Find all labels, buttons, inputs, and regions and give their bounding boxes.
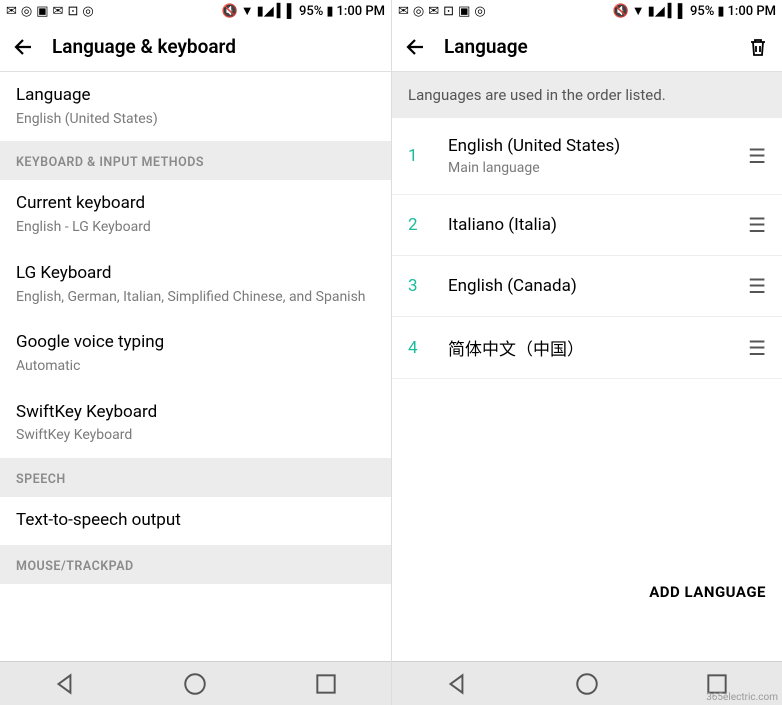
data-icon: ▮◢ <box>257 5 274 18</box>
language-number: 3 <box>408 276 448 296</box>
language-number: 4 <box>408 338 448 358</box>
language-number: 1 <box>408 146 448 166</box>
image-icon: ▣ <box>458 5 470 18</box>
image-icon: ▣ <box>36 5 48 18</box>
delete-icon[interactable] <box>746 35 770 59</box>
section-speech: SPEECH <box>0 458 391 497</box>
item-current-keyboard[interactable]: Current keyboard English - LG Keyboard <box>0 180 391 249</box>
phone-right: ✉ ◎ ✉ ⊡ ▣ ◎ 🔇 ▼ ▮◢ ▍▌ 95% ▮ 1:00 PM Lang… <box>391 0 782 705</box>
clock: 1:00 PM <box>728 4 777 19</box>
status-right: 🔇 ▼ ▮◢ ▍▌ 95% ▮ 1:00 PM <box>613 4 776 19</box>
add-language-button[interactable]: ADD LANGUAGE <box>645 569 770 615</box>
gmail-icon: ✉ <box>6 5 17 18</box>
language-title: 简体中文（中国） <box>448 335 748 360</box>
language-title: Italiano (Italia) <box>448 215 748 235</box>
gmail-icon-2: ✉ <box>428 5 439 18</box>
language-number: 2 <box>408 215 448 235</box>
battery-icon: ▮ <box>717 5 724 18</box>
sublabel: English - LG Keyboard <box>16 218 375 238</box>
sublabel: English, German, Italian, Simplified Chi… <box>16 288 375 308</box>
page-title: Language & keyboard <box>52 35 379 58</box>
section-keyboard: KEYBOARD & INPUT METHODS <box>0 141 391 180</box>
battery-pct: 95% <box>299 4 323 19</box>
label: Language <box>16 84 375 108</box>
drag-handle-icon[interactable]: ☰ <box>748 274 766 298</box>
battery-pct: 95% <box>690 4 714 19</box>
language-list: 1English (United States)Main language☰2I… <box>392 118 782 379</box>
nav-bar <box>0 661 391 705</box>
language-body: English (Canada) <box>448 276 748 296</box>
instagram-icon: ◎ <box>82 5 93 18</box>
mute-icon: 🔇 <box>222 5 238 18</box>
nav-back-icon[interactable] <box>444 671 470 697</box>
sublabel: Automatic <box>16 357 375 377</box>
language-item[interactable]: 1English (United States) Main language☰ <box>392 118 782 195</box>
chat-icon: ⊡ <box>67 5 78 18</box>
drag-handle-icon[interactable]: ☰ <box>748 213 766 237</box>
sync-icon: ◎ <box>21 5 32 18</box>
status-left-icons: ✉ ◎ ▣ ✉ ⊡ ◎ <box>6 5 94 18</box>
item-google-voice[interactable]: Google voice typing Automatic <box>0 319 391 388</box>
sublabel: SwiftKey Keyboard <box>16 426 375 446</box>
clock: 1:00 PM <box>337 4 386 19</box>
drag-handle-icon[interactable]: ☰ <box>748 144 766 168</box>
sync-icon: ◎ <box>413 5 424 18</box>
signal-icon: ▍▌ <box>277 5 296 18</box>
app-bar: Language & keyboard <box>0 22 391 72</box>
language-title: English (United States) <box>448 136 748 156</box>
item-swiftkey[interactable]: SwiftKey Keyboard SwiftKey Keyboard <box>0 389 391 458</box>
sublabel: English (United States) <box>16 110 375 130</box>
language-title: English (Canada) <box>448 276 748 296</box>
gmail-icon: ✉ <box>398 5 409 18</box>
language-body: 简体中文（中国） <box>448 335 748 360</box>
drag-handle-icon[interactable]: ☰ <box>748 336 766 360</box>
status-bar: ✉ ◎ ▣ ✉ ⊡ ◎ 🔇 ▼ ▮◢ ▍▌ 95% ▮ 1:00 PM <box>0 0 391 22</box>
section-mouse: MOUSE/TRACKPAD <box>0 545 391 584</box>
battery-icon: ▮ <box>326 5 333 18</box>
page-title: Language <box>444 35 746 58</box>
item-tts[interactable]: Text-to-speech output <box>0 497 391 545</box>
mute-icon: 🔇 <box>613 5 629 18</box>
status-left-icons: ✉ ◎ ✉ ⊡ ▣ ◎ <box>398 5 486 18</box>
wifi-icon: ▼ <box>632 5 645 18</box>
content-left: Language English (United States) KEYBOAR… <box>0 72 391 661</box>
item-language[interactable]: Language English (United States) <box>0 72 391 141</box>
nav-recent-icon[interactable] <box>313 671 339 697</box>
back-icon[interactable] <box>12 35 36 59</box>
language-subtitle: Main language <box>448 160 748 176</box>
label: Current keyboard <box>16 192 375 216</box>
phone-left: ✉ ◎ ▣ ✉ ⊡ ◎ 🔇 ▼ ▮◢ ▍▌ 95% ▮ 1:00 PM Lang… <box>0 0 391 705</box>
signal-icon: ▍▌ <box>668 5 687 18</box>
language-item[interactable]: 3English (Canada)☰ <box>392 256 782 317</box>
nav-home-icon[interactable] <box>182 671 208 697</box>
wifi-icon: ▼ <box>241 5 254 18</box>
gmail-icon-2: ✉ <box>53 5 64 18</box>
watermark: 365electric.com <box>706 692 778 703</box>
item-lg-keyboard[interactable]: LG Keyboard English, German, Italian, Si… <box>0 250 391 319</box>
label: Google voice typing <box>16 331 375 355</box>
status-right: 🔇 ▼ ▮◢ ▍▌ 95% ▮ 1:00 PM <box>222 4 385 19</box>
nav-home-icon[interactable] <box>574 671 600 697</box>
label: Text-to-speech output <box>16 509 375 533</box>
label: LG Keyboard <box>16 262 375 286</box>
data-icon: ▮◢ <box>648 5 665 18</box>
language-body: English (United States) Main language <box>448 136 748 176</box>
info-text: Languages are used in the order listed. <box>392 72 782 118</box>
app-bar: Language <box>392 22 782 72</box>
chat-icon: ⊡ <box>443 5 454 18</box>
language-body: Italiano (Italia) <box>448 215 748 235</box>
label: SwiftKey Keyboard <box>16 401 375 425</box>
language-item[interactable]: 2Italiano (Italia)☰ <box>392 195 782 256</box>
instagram-icon: ◎ <box>474 5 485 18</box>
status-bar: ✉ ◎ ✉ ⊡ ▣ ◎ 🔇 ▼ ▮◢ ▍▌ 95% ▮ 1:00 PM <box>392 0 782 22</box>
language-item[interactable]: 4简体中文（中国）☰ <box>392 317 782 379</box>
back-icon[interactable] <box>404 35 428 59</box>
nav-back-icon[interactable] <box>52 671 78 697</box>
